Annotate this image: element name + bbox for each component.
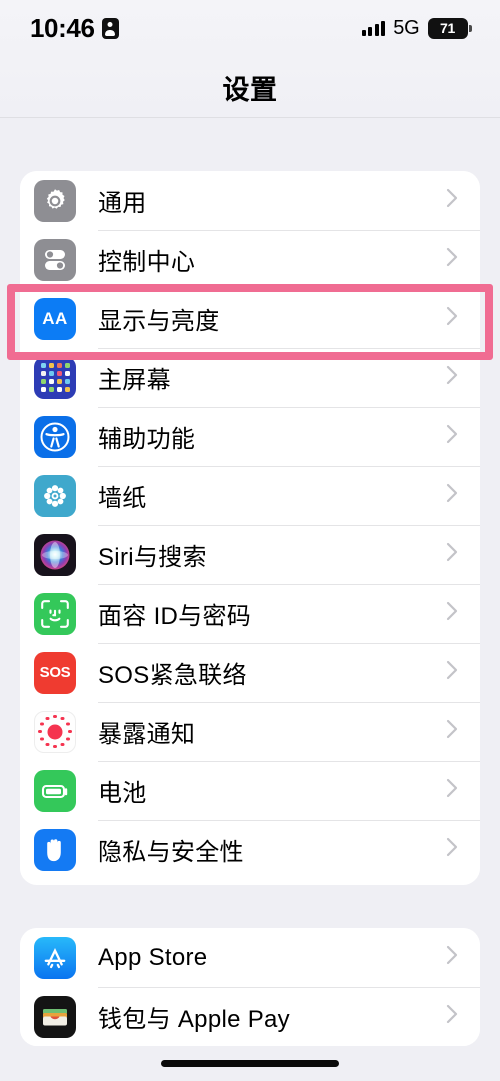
settings-row-label: 电池 [98,780,147,807]
chevron-right-icon [446,306,458,331]
settings-row-battery[interactable]: 电池 [20,761,480,820]
settings-row-wallpaper[interactable]: 墙纸 [20,466,480,525]
settings-row-label: 墙纸 [98,485,147,512]
settings-row-label: SOS紧急联络 [98,662,247,689]
battery-percent-label: 71 [440,20,455,36]
settings-row-label: 辅助功能 [98,426,196,453]
nav-bar: 设置 [0,56,500,118]
sos-icon: SOS [34,651,76,694]
status-bar-clock: 10:46 [30,13,95,43]
cellular-signal-icon [361,20,386,36]
settings-row-label: Siri与搜索 [98,544,207,571]
settings-row-face-id[interactable]: 面容 ID与密码 [20,584,480,643]
settings-row-home-screen[interactable]: 主屏幕 [20,348,480,407]
sos-glyph: SOS [39,664,71,681]
settings-row-control-center[interactable]: 控制中心 [20,230,480,289]
status-bar-left: 10:46 [30,15,119,41]
control-center-icon [34,238,76,281]
settings-row-general[interactable]: 通用 [20,171,480,230]
chevron-right-icon [446,247,458,272]
settings-row-label: 暴露通知 [98,721,196,748]
wallet-icon [34,995,76,1038]
settings-group-bottom: App Store 钱包与 Apple Pay [20,928,480,1046]
chevron-right-icon [446,719,458,744]
exposure-dots [35,712,75,752]
battery-status-icon: 71 [427,17,472,39]
nav-bar-divider [0,117,500,118]
chevron-right-icon [446,837,458,862]
status-bar: 10:46 5G 71 [0,0,500,56]
settings-row-label: 显示与亮度 [98,308,220,335]
chevron-right-icon [446,365,458,390]
settings-row-emergency-sos[interactable]: SOS SOS紧急联络 [20,643,480,702]
page-title: 设置 [222,74,278,105]
status-bar-right: 5G 71 [361,16,472,40]
wallpaper-icon [34,474,76,517]
network-type-label: 5G [393,16,420,39]
chevron-right-icon [446,601,458,626]
settings-row-exposure-notifications[interactable]: 暴露通知 [20,702,480,761]
settings-scroll-view[interactable]: 通用 控制中心 AA 显示与亮度 主屏幕 辅助功能 墙纸 Siri与搜索 面容 … [0,0,500,1081]
settings-row-label: 通用 [98,190,147,217]
siri-icon [34,533,76,576]
settings-row-label: 主屏幕 [98,367,171,394]
settings-row-accessibility[interactable]: 辅助功能 [20,407,480,466]
person-card-icon [101,17,119,39]
settings-row-label: 面容 ID与密码 [98,603,252,630]
settings-group-main: 通用 控制中心 AA 显示与亮度 主屏幕 辅助功能 墙纸 Siri与搜索 面容 … [20,171,480,885]
gear-icon [34,179,76,222]
settings-row-siri-search[interactable]: Siri与搜索 [20,525,480,584]
settings-row-label: 隐私与安全性 [98,839,244,866]
aa-glyph: AA [42,308,68,328]
chevron-right-icon [446,483,458,508]
app-grid-dots [40,363,70,392]
settings-row-label: 控制中心 [98,249,196,276]
home-screen-icon [34,356,76,399]
chevron-right-icon [446,945,458,970]
chevron-right-icon [446,1004,458,1029]
display-aa-icon: AA [34,297,76,340]
settings-row-label: 钱包与 Apple Pay [98,1006,290,1033]
chevron-right-icon [446,660,458,685]
settings-row-privacy-security[interactable]: 隐私与安全性 [20,820,480,879]
settings-row-label: App Store [98,943,208,971]
settings-row-app-store[interactable]: App Store [20,928,480,987]
chevron-right-icon [446,542,458,567]
home-indicator[interactable] [161,1060,339,1067]
battery-icon [34,769,76,812]
chevron-right-icon [446,778,458,803]
face-id-icon [34,592,76,635]
app-store-icon [34,936,76,979]
iphone-settings-screen: 通用 控制中心 AA 显示与亮度 主屏幕 辅助功能 墙纸 Siri与搜索 面容 … [0,0,500,1081]
chevron-right-icon [446,424,458,449]
settings-row-display-brightness[interactable]: AA 显示与亮度 [20,289,480,348]
settings-row-wallet-apple-pay[interactable]: 钱包与 Apple Pay [20,987,480,1046]
exposure-notification-icon [34,710,76,753]
accessibility-icon [34,415,76,458]
chevron-right-icon [446,188,458,213]
privacy-hand-icon [34,828,76,871]
